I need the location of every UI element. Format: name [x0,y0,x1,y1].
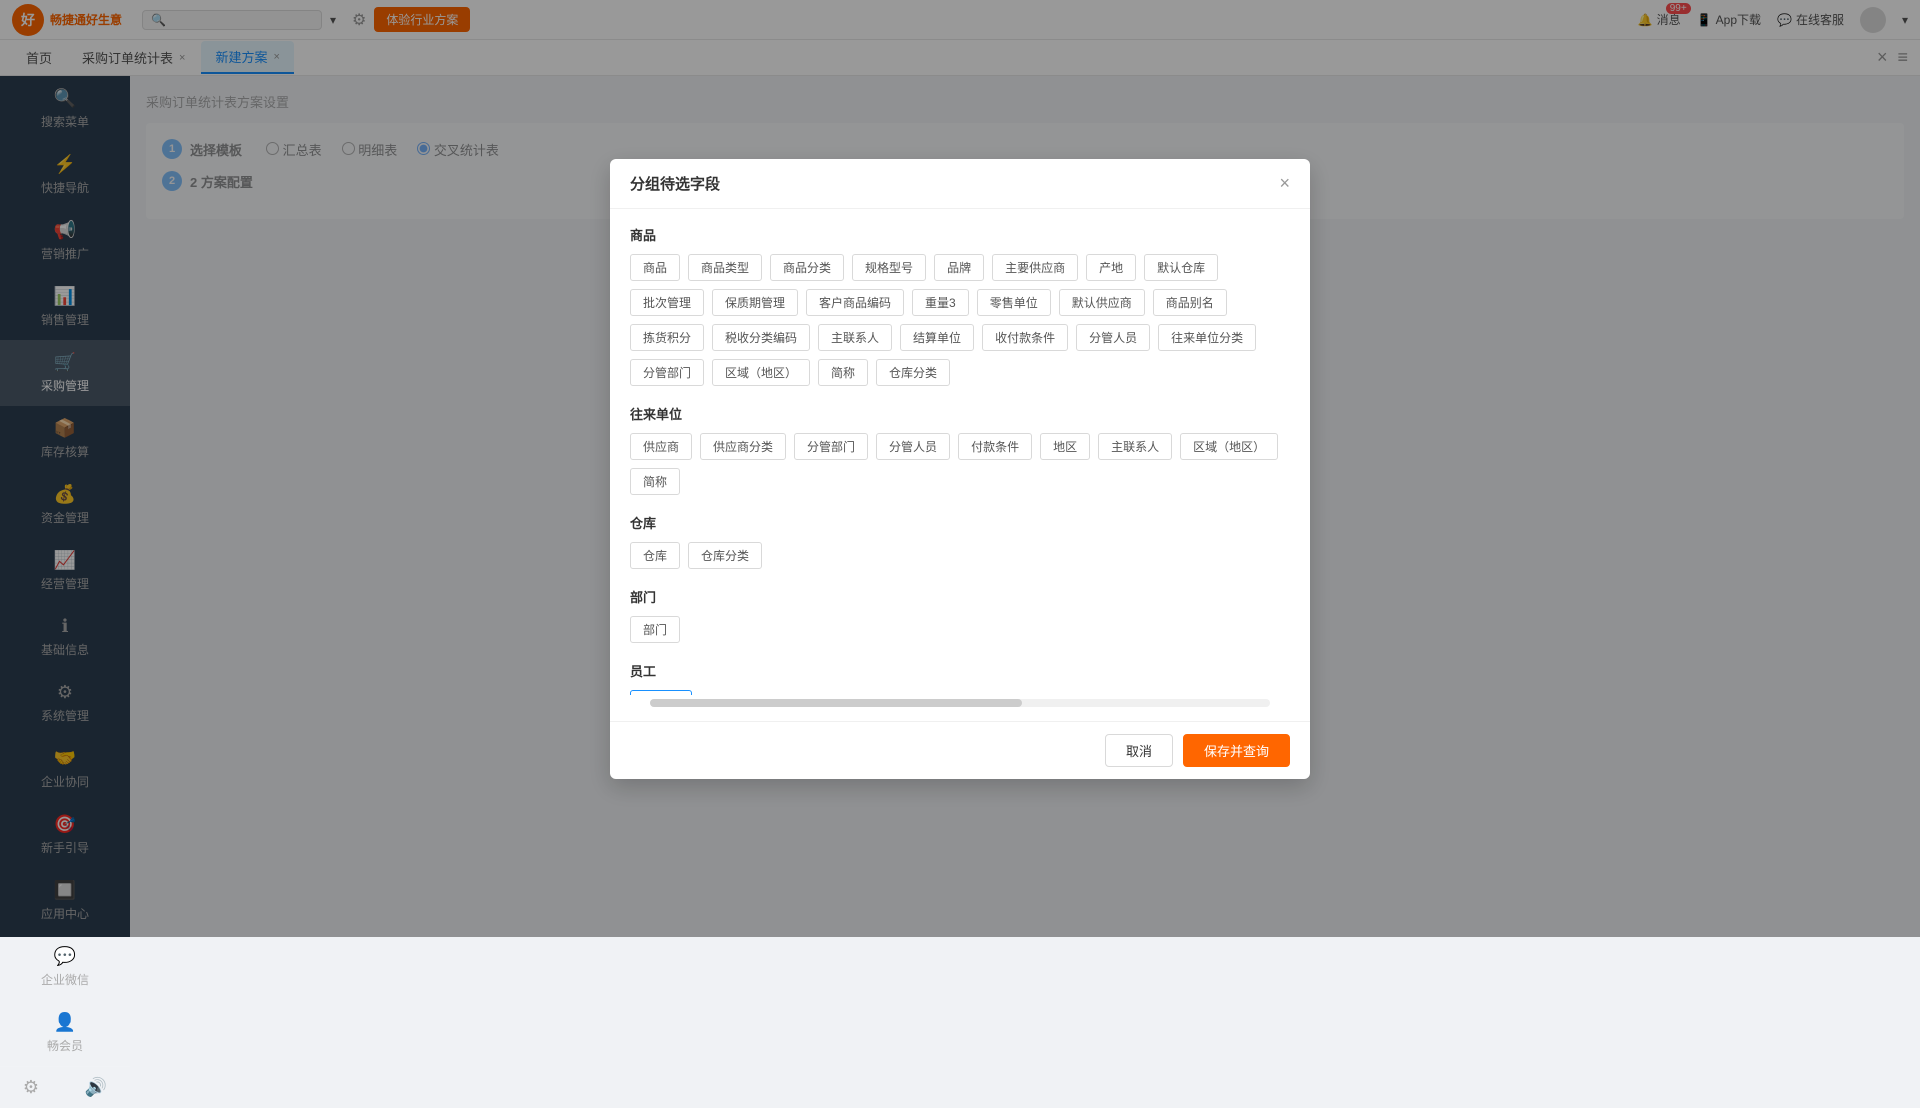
section-partner-grid: 供应商 供应商分类 分管部门 分管人员 付款条件 地区 主联系人 区域（地区） … [630,433,1290,495]
field-tag[interactable]: 默认仓库 [1144,254,1218,281]
save-query-button[interactable]: 保存并查询 [1183,734,1290,767]
field-tag[interactable]: 供应商 [630,433,692,460]
field-tag[interactable]: 规格型号 [852,254,926,281]
field-tag[interactable]: 区域（地区） [712,359,810,386]
field-tag[interactable]: 区域（地区） [1180,433,1278,460]
section-partner: 往来单位 供应商 供应商分类 分管部门 分管人员 付款条件 地区 主联系人 区域… [630,404,1290,495]
section-product-grid: 商品 商品类型 商品分类 规格型号 品牌 主要供应商 产地 默认仓库 批次管理 … [630,254,1290,386]
field-tag[interactable]: 客户商品编码 [806,289,904,316]
field-tag[interactable]: 商品别名 [1153,289,1227,316]
section-dept: 部门 部门 [630,587,1290,643]
modal-title: 分组待选字段 [630,173,720,194]
field-tag[interactable]: 分管部门 [794,433,868,460]
modal-body: 商品 商品 商品类型 商品分类 规格型号 品牌 主要供应商 产地 默认仓库 批次… [610,209,1310,695]
sidebar-item-weixin-label: 企业微信 [41,971,89,988]
field-tag[interactable]: 商品分类 [770,254,844,281]
cancel-button[interactable]: 取消 [1105,734,1173,767]
sidebar-item-member[interactable]: 👤 畅会员 [0,1000,130,1066]
field-tag[interactable]: 供应商分类 [700,433,786,460]
sidebar-item-weixin[interactable]: 💬 企业微信 [0,934,130,1000]
modal-header: 分组待选字段 × [610,159,1310,209]
field-tag[interactable]: 拣货积分 [630,324,704,351]
field-tag[interactable]: 简称 [818,359,868,386]
field-tag[interactable]: 产地 [1086,254,1136,281]
modal-close-btn[interactable]: × [1279,174,1290,192]
field-tag[interactable]: 主联系人 [818,324,892,351]
field-tag[interactable]: 重量3 [912,289,969,316]
field-tag[interactable]: 批次管理 [630,289,704,316]
sidebar-audio-icon[interactable]: 🔊 [85,1077,107,1098]
field-tag[interactable]: 默认供应商 [1059,289,1145,316]
field-tag[interactable]: 收付款条件 [982,324,1068,351]
sidebar-item-member-label: 畅会员 [47,1037,83,1054]
field-tag[interactable]: 部门 [630,616,680,643]
member-icon: 👤 [54,1012,76,1033]
field-tag[interactable]: 地区 [1040,433,1090,460]
field-tag[interactable]: 主联系人 [1098,433,1172,460]
field-tag[interactable]: 仓库分类 [688,542,762,569]
field-tag[interactable]: 品牌 [934,254,984,281]
field-tag[interactable]: 结算单位 [900,324,974,351]
field-tag[interactable]: 分管部门 [630,359,704,386]
weixin-icon: 💬 [54,946,76,967]
sidebar-settings-icon[interactable]: ⚙ [23,1077,39,1098]
field-tag[interactable]: 付款条件 [958,433,1032,460]
section-warehouse: 仓库 仓库 仓库分类 [630,513,1290,569]
field-tag[interactable]: 仓库分类 [876,359,950,386]
modal-hscroll [610,695,1310,721]
field-tag[interactable]: 零售单位 [977,289,1051,316]
field-tag[interactable]: 分管人员 [876,433,950,460]
scrollbar-thumb [650,699,1022,707]
field-tag[interactable]: 简称 [630,468,680,495]
horizontal-scrollbar[interactable] [650,699,1270,707]
modal-footer: 取消 保存并查询 [610,721,1310,779]
section-dept-grid: 部门 [630,616,1290,643]
section-dept-title: 部门 [630,587,1290,606]
section-warehouse-title: 仓库 [630,513,1290,532]
field-tag[interactable]: 税收分类编码 [712,324,810,351]
field-select-modal: 分组待选字段 × 商品 商品 商品类型 商品分类 规格型号 品牌 主要供应商 产… [610,159,1310,779]
field-tag[interactable]: 仓库 [630,542,680,569]
section-employee-title: 员工 [630,661,1290,680]
field-tag[interactable]: 商品 [630,254,680,281]
field-tag[interactable]: 商品类型 [688,254,762,281]
section-warehouse-grid: 仓库 仓库分类 [630,542,1290,569]
section-employee: 员工 业务员 [630,661,1290,695]
field-tag[interactable]: 分管人员 [1076,324,1150,351]
field-tag[interactable]: 往来单位分类 [1158,324,1256,351]
section-partner-title: 往来单位 [630,404,1290,423]
modal-overlay: 分组待选字段 × 商品 商品 商品类型 商品分类 规格型号 品牌 主要供应商 产… [0,0,1920,937]
sidebar-bottom: ⚙ 🔊 [0,1066,130,1108]
field-tag[interactable]: 保质期管理 [712,289,798,316]
field-tag[interactable]: 主要供应商 [992,254,1078,281]
section-product-title: 商品 [630,225,1290,244]
section-product: 商品 商品 商品类型 商品分类 规格型号 品牌 主要供应商 产地 默认仓库 批次… [630,225,1290,386]
